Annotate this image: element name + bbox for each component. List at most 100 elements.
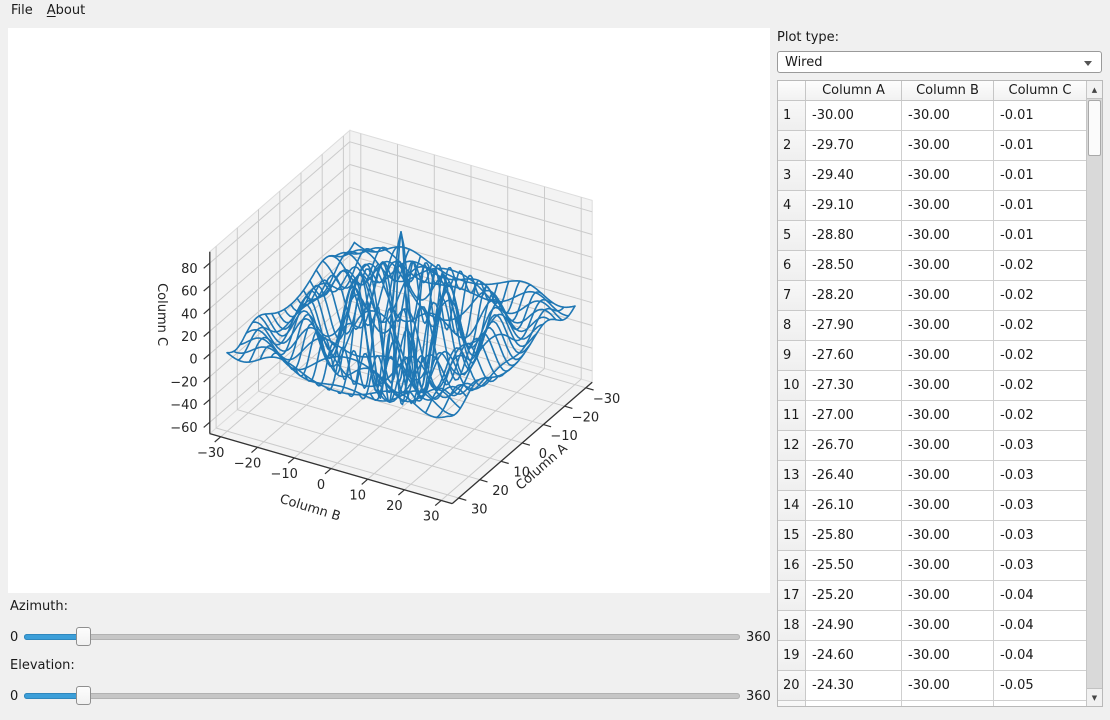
cell-column-b[interactable]: -30.00: [902, 281, 994, 311]
plot-type-combobox[interactable]: Wired: [777, 51, 1102, 73]
cell-column-c[interactable]: -0.03: [994, 521, 1086, 551]
cell-column-b[interactable]: -30.00: [902, 101, 994, 131]
table-corner-cell[interactable]: [778, 81, 806, 101]
cell-column-c[interactable]: -0.01: [994, 191, 1086, 221]
row-number[interactable]: 19: [778, 641, 806, 671]
cell-column-b[interactable]: -30.00: [902, 431, 994, 461]
cell-column-c[interactable]: -0.02: [994, 371, 1086, 401]
cell-column-c[interactable]: -0.04: [994, 641, 1086, 671]
cell-column-a[interactable]: -26.10: [806, 491, 902, 521]
cell-column-c[interactable]: -0.02: [994, 281, 1086, 311]
cell-column-c[interactable]: -0.02: [994, 341, 1086, 371]
table-row[interactable]: 7-28.20-30.00-0.02: [778, 281, 1086, 311]
table-row[interactable]: 5-28.80-30.00-0.01: [778, 221, 1086, 251]
cell-column-b[interactable]: -30.00: [902, 251, 994, 281]
cell-column-a[interactable]: -24.30: [806, 671, 902, 701]
cell-column-a[interactable]: -24.60: [806, 641, 902, 671]
cell-column-b[interactable]: -30.00: [902, 581, 994, 611]
cell-column-b[interactable]: -30.00: [902, 161, 994, 191]
table-row[interactable]: 16-25.50-30.00-0.03: [778, 551, 1086, 581]
cell-column-b[interactable]: -30.00: [902, 611, 994, 641]
column-header-column-a[interactable]: Column A: [806, 81, 902, 101]
table-row[interactable]: 10-27.30-30.00-0.02: [778, 371, 1086, 401]
table-row[interactable]: 13-26.40-30.00-0.03: [778, 461, 1086, 491]
row-number[interactable]: 7: [778, 281, 806, 311]
cell-column-a[interactable]: -30.00: [806, 101, 902, 131]
menu-item-file[interactable]: File: [4, 2, 40, 19]
row-number[interactable]: 8: [778, 311, 806, 341]
cell-column-b[interactable]: -30.00: [902, 341, 994, 371]
cell-column-c[interactable]: -0.03: [994, 551, 1086, 581]
cell-column-c[interactable]: -0.04: [994, 581, 1086, 611]
table-row[interactable]: 6-28.50-30.00-0.02: [778, 251, 1086, 281]
cell-column-b[interactable]: -30.00: [902, 551, 994, 581]
table-row[interactable]: 4-29.10-30.00-0.01: [778, 191, 1086, 221]
cell-column-b[interactable]: -30.00: [902, 221, 994, 251]
row-number[interactable]: 10: [778, 371, 806, 401]
column-header-column-b[interactable]: Column B: [902, 81, 994, 101]
cell-column-a[interactable]: -27.30: [806, 371, 902, 401]
cell-column-c[interactable]: -0.01: [994, 101, 1086, 131]
cell-column-c[interactable]: -0.02: [994, 251, 1086, 281]
azimuth-slider-track[interactable]: [24, 634, 740, 640]
row-number[interactable]: 17: [778, 581, 806, 611]
scrollbar-thumb[interactable]: [1088, 100, 1101, 156]
table-row[interactable]: 12-26.70-30.00-0.03: [778, 431, 1086, 461]
elevation-slider[interactable]: [24, 686, 740, 705]
elevation-slider-handle[interactable]: [76, 686, 91, 705]
cell-column-c[interactable]: -0.03: [994, 491, 1086, 521]
table-row[interactable]: 3-29.40-30.00-0.01: [778, 161, 1086, 191]
cell-column-a[interactable]: -28.80: [806, 221, 902, 251]
row-number[interactable]: 16: [778, 551, 806, 581]
column-header-column-c[interactable]: Column C: [994, 81, 1086, 101]
table-row-partial[interactable]: [778, 701, 1086, 706]
row-number[interactable]: 11: [778, 401, 806, 431]
row-number[interactable]: 13: [778, 461, 806, 491]
table-row[interactable]: 8-27.90-30.00-0.02: [778, 311, 1086, 341]
cell-column-a[interactable]: -25.50: [806, 551, 902, 581]
cell-column-a[interactable]: -27.60: [806, 341, 902, 371]
cell-column-b[interactable]: -30.00: [902, 461, 994, 491]
row-number[interactable]: 1: [778, 101, 806, 131]
row-number[interactable]: 6: [778, 251, 806, 281]
cell-column-b[interactable]: -30.00: [902, 521, 994, 551]
row-number[interactable]: 2: [778, 131, 806, 161]
row-number[interactable]: 4: [778, 191, 806, 221]
table-row[interactable]: 19-24.60-30.00-0.04: [778, 641, 1086, 671]
cell-column-a[interactable]: -29.70: [806, 131, 902, 161]
scrollbar-up-icon[interactable]: ▲: [1087, 81, 1102, 99]
cell-column-c[interactable]: -0.02: [994, 311, 1086, 341]
cell-column-a[interactable]: -29.40: [806, 161, 902, 191]
row-number[interactable]: 3: [778, 161, 806, 191]
cell-column-a[interactable]: -27.00: [806, 401, 902, 431]
menu-item-about[interactable]: About: [40, 2, 92, 19]
cell-column-c[interactable]: -0.04: [994, 611, 1086, 641]
row-number[interactable]: 20: [778, 671, 806, 701]
plot-canvas[interactable]: −60−40−20020406080−30−20−100102030−30−20…: [8, 28, 770, 593]
row-number[interactable]: 14: [778, 491, 806, 521]
cell-column-b[interactable]: -30.00: [902, 671, 994, 701]
cell-column-c[interactable]: -0.03: [994, 431, 1086, 461]
cell-column-a[interactable]: -25.20: [806, 581, 902, 611]
cell-column-a[interactable]: -29.10: [806, 191, 902, 221]
azimuth-slider-handle[interactable]: [76, 627, 91, 646]
row-number[interactable]: 12: [778, 431, 806, 461]
row-number[interactable]: 15: [778, 521, 806, 551]
row-number[interactable]: 5: [778, 221, 806, 251]
scrollbar-down-icon[interactable]: ▼: [1087, 688, 1102, 706]
cell-column-c[interactable]: -0.03: [994, 461, 1086, 491]
cell-column-c[interactable]: -0.01: [994, 161, 1086, 191]
cell-column-b[interactable]: -30.00: [902, 401, 994, 431]
cell-column-b[interactable]: -30.00: [902, 131, 994, 161]
table-row[interactable]: 11-27.00-30.00-0.02: [778, 401, 1086, 431]
cell-column-a[interactable]: -28.50: [806, 251, 902, 281]
table-row[interactable]: 2-29.70-30.00-0.01: [778, 131, 1086, 161]
table-scrollbar[interactable]: ▲ ▼: [1086, 81, 1102, 706]
cell-column-b[interactable]: -30.00: [902, 311, 994, 341]
row-number[interactable]: 9: [778, 341, 806, 371]
table-row[interactable]: 14-26.10-30.00-0.03: [778, 491, 1086, 521]
cell-column-a[interactable]: -26.70: [806, 431, 902, 461]
row-number[interactable]: 18: [778, 611, 806, 641]
cell-column-a[interactable]: -24.90: [806, 611, 902, 641]
cell-column-a[interactable]: -25.80: [806, 521, 902, 551]
